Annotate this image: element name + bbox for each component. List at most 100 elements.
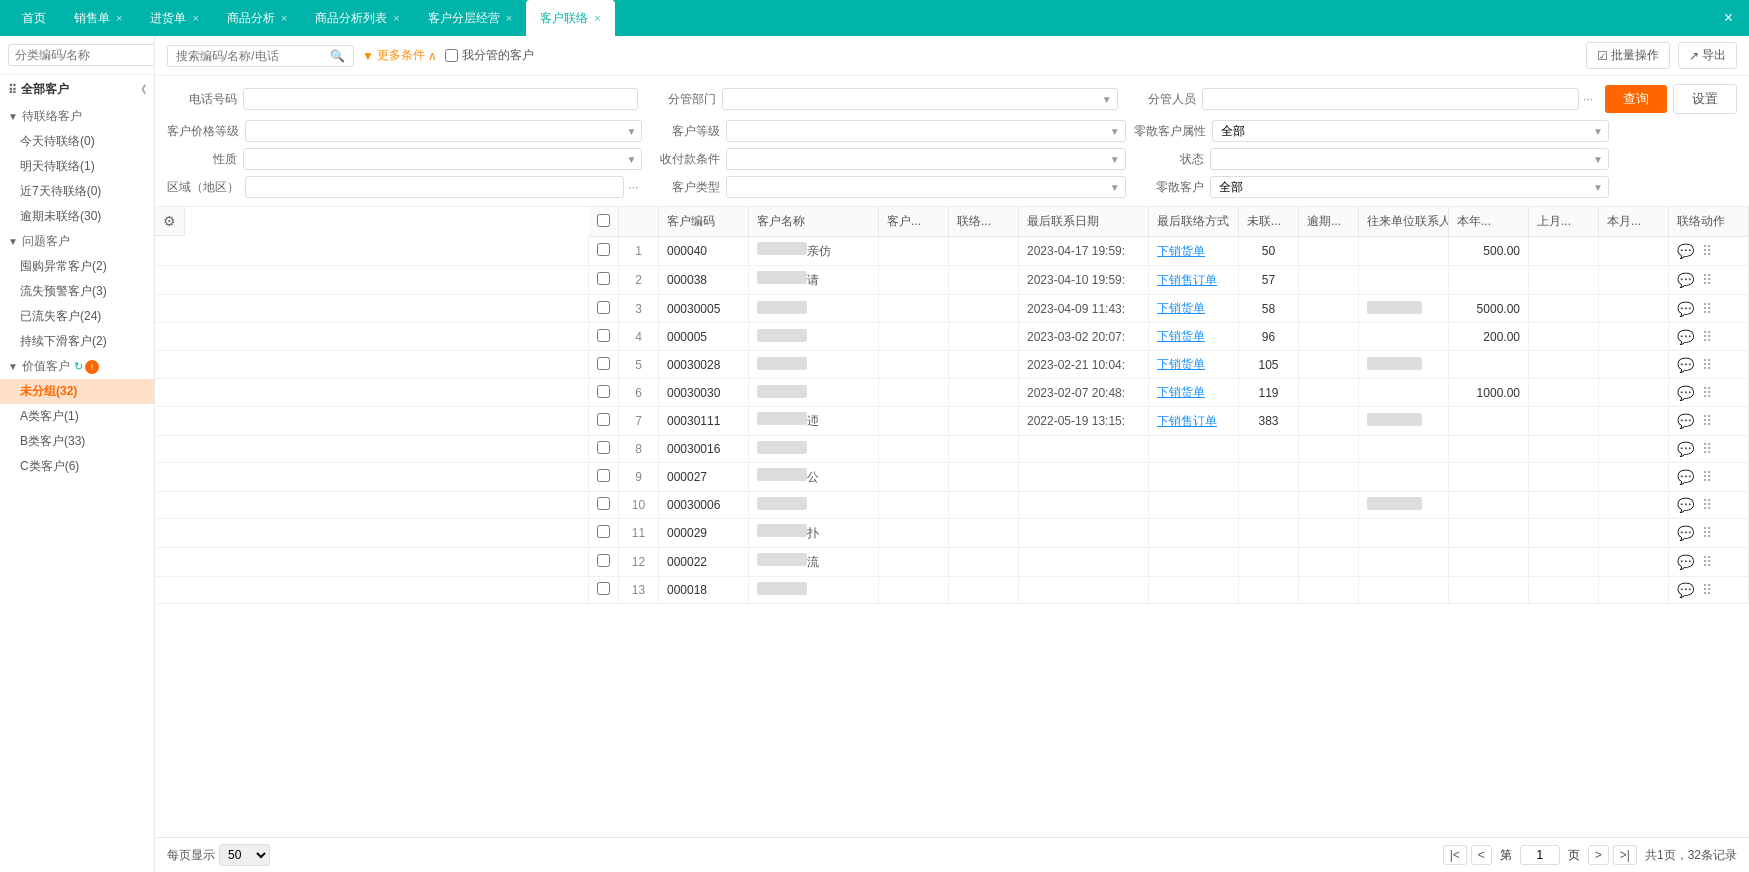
sidebar-item-tomorrow[interactable]: 明天待联络(1) <box>0 154 154 179</box>
sidebar-item-ungroup[interactable]: 未分组(32) <box>0 379 154 404</box>
nav-close-purchase[interactable]: × <box>192 12 198 24</box>
input-phone[interactable] <box>243 88 638 110</box>
comment-icon-0[interactable]: 💬 <box>1677 243 1694 259</box>
nav-home[interactable]: 首页 <box>8 0 60 36</box>
comment-icon-3[interactable]: 💬 <box>1677 329 1694 345</box>
select-dept[interactable] <box>722 88 1117 110</box>
nav-close-customer-contact[interactable]: × <box>594 12 600 24</box>
last-way-link[interactable]: 下销售订单 <box>1157 273 1217 287</box>
region-dots-icon[interactable]: ··· <box>624 180 642 194</box>
sidebar-item-overdue[interactable]: 逾期未联络(30) <box>0 204 154 229</box>
filter-more-conditions[interactable]: ▼ 更多条件 ∧ <box>362 47 437 64</box>
grid-action-icon-6[interactable]: ⠿ <box>1702 413 1712 429</box>
grid-action-icon-10[interactable]: ⠿ <box>1702 525 1712 541</box>
sidebar-group-problem[interactable]: ▼ 问题客户 <box>0 229 154 254</box>
row-checkbox-8[interactable] <box>597 469 610 482</box>
window-close-button[interactable]: × <box>1716 9 1741 27</box>
query-button[interactable]: 查询 <box>1605 85 1667 113</box>
sidebar-item-churned[interactable]: 已流失客户(24) <box>0 304 154 329</box>
last-way-link[interactable]: 下销货单 <box>1157 244 1205 258</box>
comment-icon-11[interactable]: 💬 <box>1677 554 1694 570</box>
nav-purchase[interactable]: 进货单 × <box>136 0 212 36</box>
comment-icon-5[interactable]: 💬 <box>1677 385 1694 401</box>
next-page-button[interactable]: > <box>1588 845 1609 865</box>
sidebar-item-week[interactable]: 近7天待联络(0) <box>0 179 154 204</box>
th-name[interactable]: 客户名称 <box>749 207 879 237</box>
nav-analysis-list[interactable]: 商品分析列表 × <box>301 0 413 36</box>
row-checkbox-7[interactable] <box>597 441 610 454</box>
reset-button[interactable]: 设置 <box>1673 84 1737 114</box>
last-way-link[interactable]: 下销售订单 <box>1157 414 1217 428</box>
grid-action-icon-7[interactable]: ⠿ <box>1702 441 1712 457</box>
row-checkbox-2[interactable] <box>597 301 610 314</box>
select-price-level[interactable] <box>245 120 642 142</box>
nav-close-customer-segment[interactable]: × <box>506 12 512 24</box>
sidebar-item-c-class[interactable]: C类客户(6) <box>0 454 154 479</box>
sidebar-search-input[interactable] <box>8 44 155 66</box>
nav-analysis[interactable]: 商品分析 × <box>213 0 301 36</box>
per-page-select[interactable]: 50 100 <box>219 844 270 866</box>
row-checkbox-1[interactable] <box>597 272 610 285</box>
comment-icon-9[interactable]: 💬 <box>1677 497 1694 513</box>
nav-sales[interactable]: 销售单 × <box>60 0 136 36</box>
last-way-link[interactable]: 下销货单 <box>1157 329 1205 343</box>
row-checkbox-5[interactable] <box>597 385 610 398</box>
input-region[interactable] <box>245 176 624 198</box>
nav-close-analysis-list[interactable]: × <box>393 12 399 24</box>
th-code[interactable]: 客户编码 <box>659 207 749 237</box>
nav-close-analysis[interactable]: × <box>281 12 287 24</box>
comment-icon-12[interactable]: 💬 <box>1677 582 1694 598</box>
first-page-button[interactable]: |< <box>1443 845 1467 865</box>
manager-dots-icon[interactable]: ··· <box>1579 92 1597 106</box>
value-refresh-icon[interactable]: ↻ <box>74 360 83 373</box>
select-customer-level[interactable] <box>726 120 1125 142</box>
grid-action-icon-0[interactable]: ⠿ <box>1702 243 1712 259</box>
comment-icon-7[interactable]: 💬 <box>1677 441 1694 457</box>
settings-gear-icon[interactable]: ⚙ <box>163 213 176 229</box>
grid-action-icon-11[interactable]: ⠿ <box>1702 554 1712 570</box>
sidebar-item-abnormal[interactable]: 囤购异常客户(2) <box>0 254 154 279</box>
grid-action-icon-3[interactable]: ⠿ <box>1702 329 1712 345</box>
grid-action-icon-1[interactable]: ⠿ <box>1702 272 1712 288</box>
comment-icon-4[interactable]: 💬 <box>1677 357 1694 373</box>
comment-icon-10[interactable]: 💬 <box>1677 525 1694 541</box>
last-way-link[interactable]: 下销货单 <box>1157 301 1205 315</box>
page-input[interactable] <box>1520 845 1560 865</box>
select-retail-attr[interactable]: 全部 <box>1212 120 1609 142</box>
nav-customer-segment[interactable]: 客户分层经营 × <box>414 0 526 36</box>
grid-action-icon-12[interactable]: ⠿ <box>1702 582 1712 598</box>
sidebar-group-value[interactable]: ▼ 价值客户 ↻ ! <box>0 354 154 379</box>
last-page-button[interactable]: >| <box>1613 845 1637 865</box>
grid-action-icon-4[interactable]: ⠿ <box>1702 357 1712 373</box>
comment-icon-2[interactable]: 💬 <box>1677 301 1694 317</box>
nav-customer-contact[interactable]: 客户联络 × <box>526 0 614 36</box>
sidebar-item-today[interactable]: 今天待联络(0) <box>0 129 154 154</box>
row-checkbox-9[interactable] <box>597 497 610 510</box>
all-customers-header[interactable]: ⠿ 全部客户 《 <box>0 75 154 104</box>
filter-search-input[interactable] <box>176 49 326 63</box>
row-checkbox-10[interactable] <box>597 525 610 538</box>
row-checkbox-0[interactable] <box>597 243 610 256</box>
input-manager[interactable] <box>1202 88 1579 110</box>
comment-icon-8[interactable]: 💬 <box>1677 469 1694 485</box>
export-button[interactable]: ↗ 导出 <box>1678 42 1737 69</box>
grid-action-icon-9[interactable]: ⠿ <box>1702 497 1712 513</box>
last-way-link[interactable]: 下销货单 <box>1157 357 1205 371</box>
th-settings[interactable]: ⚙ <box>155 207 185 236</box>
select-retail[interactable]: 全部 <box>1210 176 1609 198</box>
select-all-checkbox[interactable] <box>597 214 610 227</box>
grid-action-icon-5[interactable]: ⠿ <box>1702 385 1712 401</box>
comment-icon-6[interactable]: 💬 <box>1677 413 1694 429</box>
row-checkbox-6[interactable] <box>597 413 610 426</box>
my-customers-checkbox[interactable] <box>445 49 458 62</box>
sidebar-item-a-class[interactable]: A类客户(1) <box>0 404 154 429</box>
select-payment[interactable] <box>726 148 1125 170</box>
row-checkbox-4[interactable] <box>597 357 610 370</box>
batch-op-button[interactable]: ☑ 批量操作 <box>1586 42 1670 69</box>
select-customer-type[interactable] <box>726 176 1125 198</box>
sidebar-item-declining[interactable]: 持续下滑客户(2) <box>0 329 154 354</box>
prev-page-button[interactable]: < <box>1471 845 1492 865</box>
row-checkbox-11[interactable] <box>597 554 610 567</box>
sidebar-collapse-icon[interactable]: 《 <box>136 83 146 97</box>
nav-close-sales[interactable]: × <box>116 12 122 24</box>
